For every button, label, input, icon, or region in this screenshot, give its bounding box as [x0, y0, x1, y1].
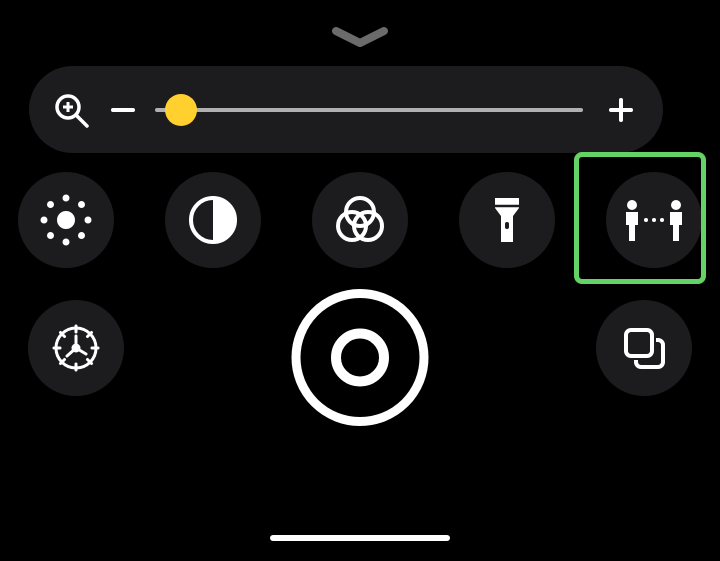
people-detection-icon [618, 195, 690, 245]
home-indicator[interactable] [270, 535, 450, 541]
people-detection-button[interactable] [606, 172, 702, 268]
bottom-controls-row [18, 300, 702, 420]
flashlight-button[interactable] [459, 172, 555, 268]
brightness-button[interactable] [18, 172, 114, 268]
settings-gear-icon [50, 322, 102, 374]
settings-button[interactable] [28, 300, 124, 396]
collapse-handle[interactable] [320, 22, 400, 52]
contrast-icon [187, 194, 239, 246]
multi-window-icon [619, 323, 669, 373]
capture-icon [288, 286, 432, 430]
chevron-down-icon [330, 25, 390, 49]
zoom-slider-thumb[interactable] [165, 94, 197, 126]
multi-window-button[interactable] [596, 300, 692, 396]
minus-icon [108, 95, 138, 125]
zoom-in-button[interactable] [601, 90, 641, 130]
zoom-bar [29, 66, 663, 153]
color-filters-button[interactable] [312, 172, 408, 268]
flashlight-icon [485, 194, 529, 246]
controls-row [18, 170, 702, 270]
magnifier-plus-icon [51, 90, 91, 130]
brightness-icon [36, 190, 96, 250]
zoom-out-button[interactable] [103, 90, 143, 130]
color-filters-icon [332, 192, 388, 248]
plus-icon [606, 95, 636, 125]
contrast-button[interactable] [165, 172, 261, 268]
zoom-slider[interactable] [155, 108, 583, 112]
shutter-button[interactable] [288, 286, 432, 435]
